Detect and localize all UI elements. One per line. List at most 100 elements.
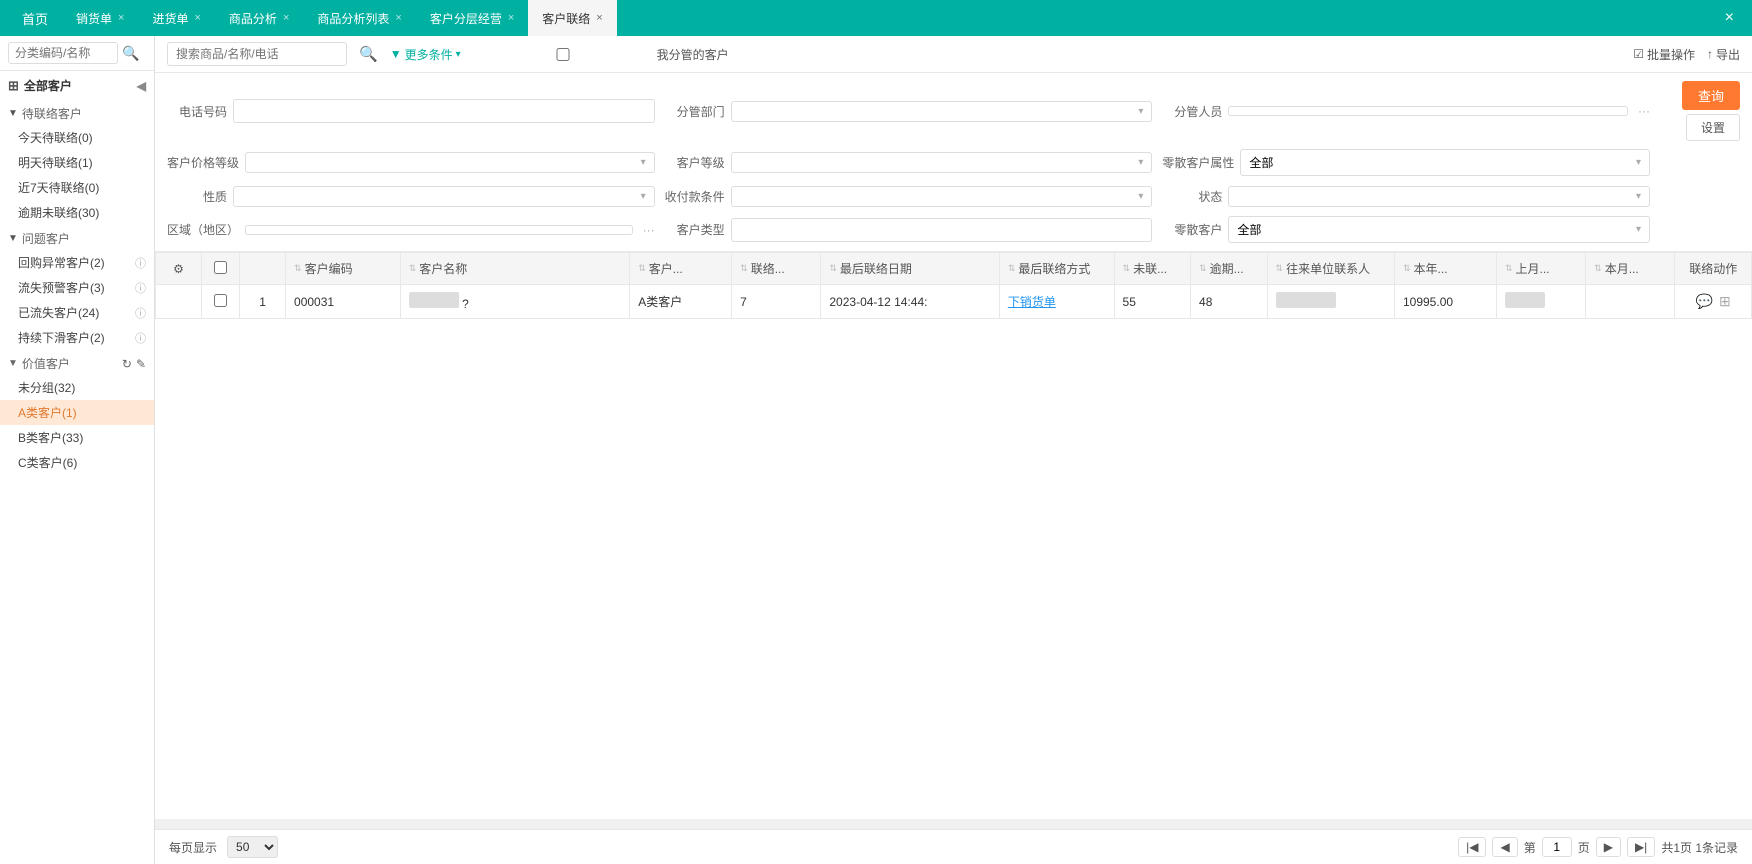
col-sort-icon[interactable]: ⇅: [294, 263, 302, 274]
export-button[interactable]: ↑ 导出: [1707, 46, 1740, 63]
person-select[interactable]: [1228, 106, 1628, 116]
sidebar-search-input[interactable]: [8, 42, 118, 64]
page-size-select[interactable]: 50 100 200: [227, 836, 278, 858]
prev-page-button[interactable]: ◀: [1492, 837, 1517, 857]
sidebar-item-class-a[interactable]: A类客户(1): [0, 400, 154, 425]
col-sort-icon[interactable]: ⇅: [1123, 263, 1131, 274]
sidebar-item-declining[interactable]: 持续下滑客户(2) ⓘ: [0, 325, 154, 350]
close-icon[interactable]: ×: [395, 12, 401, 24]
settings-button[interactable]: 设置: [1686, 114, 1740, 141]
th-uncontact: ⇅ 未联...: [1114, 253, 1190, 285]
info-icon: ⓘ: [135, 255, 146, 271]
sidebar-item-tomorrow[interactable]: 明天待联络(1): [0, 150, 154, 175]
connect-icon[interactable]: ⊞: [1719, 293, 1731, 310]
col-sort-icon[interactable]: ⇅: [1594, 263, 1602, 274]
sidebar-item-rebuy-abnormal[interactable]: 回购异常客户(2) ⓘ: [0, 250, 154, 275]
collapse-icon[interactable]: ◀: [137, 79, 146, 93]
filter-row-2: 客户价格等级 ▾ 客户等级 ▾ 零散客户属性 全部: [167, 149, 1740, 176]
retail-customer-select[interactable]: 全部 ▾: [1228, 216, 1650, 243]
close-icon[interactable]: ×: [283, 12, 289, 24]
nav-tab-sales[interactable]: 销货单 ×: [62, 0, 138, 36]
col-sort-icon[interactable]: ⇅: [638, 263, 646, 274]
method-link[interactable]: 下销货单: [1008, 295, 1056, 309]
td-person: [1267, 285, 1394, 319]
batch-operation-button[interactable]: ☑ 批量操作: [1633, 46, 1695, 63]
more-filter-button[interactable]: ▼ 更多条件 ▾: [390, 46, 461, 63]
search-input[interactable]: [167, 42, 347, 66]
dept-select[interactable]: ▾: [731, 101, 1153, 122]
nav-tab-purchase[interactable]: 进货单 ×: [138, 0, 214, 36]
nav-tab-analysis[interactable]: 商品分析 ×: [215, 0, 303, 36]
dots-icon[interactable]: ···: [1638, 104, 1650, 118]
last-page-button[interactable]: ▶|: [1627, 837, 1655, 857]
th-method: ⇅ 最后联络方式: [999, 253, 1114, 285]
filter-label-status: 状态: [1162, 188, 1222, 205]
window-close-icon[interactable]: ×: [1715, 9, 1744, 27]
td-lastmonth: [1496, 285, 1585, 319]
col-sort-icon[interactable]: ⇅: [409, 263, 417, 274]
col-sort-icon[interactable]: ⇅: [1008, 263, 1016, 274]
sidebar-item-7days[interactable]: 近7天待联络(0): [0, 175, 154, 200]
th-settings[interactable]: ⚙: [156, 253, 202, 285]
close-icon[interactable]: ×: [118, 12, 124, 24]
triangle-icon: ▼: [8, 233, 18, 244]
price-level-select[interactable]: ▾: [245, 152, 655, 173]
page-number-input[interactable]: [1542, 837, 1572, 857]
retail-attr-select[interactable]: 全部 ▾: [1240, 149, 1650, 176]
td-contact: 7: [732, 285, 821, 319]
horizontal-scrollbar[interactable]: [155, 819, 1752, 829]
col-sort-icon[interactable]: ⇅: [1199, 263, 1207, 274]
customer-type-input[interactable]: [731, 218, 1153, 242]
content-area: 🔍 ▼ 更多条件 ▾ 我分管的客户 ☑ 批量操作 ↑ 导出: [155, 36, 1752, 864]
th-num: [240, 253, 286, 285]
edit-icon[interactable]: ✎: [136, 357, 146, 371]
sidebar-all-customers-header[interactable]: ⊞ 全部客户 ◀: [0, 71, 154, 100]
message-icon[interactable]: 💬: [1696, 293, 1713, 310]
name-blocked: [409, 292, 459, 308]
sidebar-item-overdue[interactable]: 逾期未联络(30): [0, 200, 154, 225]
my-customers-checkbox[interactable]: 我分管的客户: [473, 46, 729, 63]
first-page-button[interactable]: |◀: [1458, 837, 1486, 857]
close-icon[interactable]: ×: [508, 12, 514, 24]
sidebar-search-icon[interactable]: 🔍: [122, 45, 139, 62]
query-button[interactable]: 查询: [1682, 81, 1740, 110]
chevron-down-icon: ▾: [456, 49, 461, 60]
next-page-button[interactable]: ▶: [1596, 837, 1621, 857]
sidebar-item-today[interactable]: 今天待联络(0): [0, 125, 154, 150]
nature-select[interactable]: ▾: [233, 186, 655, 207]
customer-level-select[interactable]: ▾: [731, 152, 1153, 173]
region-select[interactable]: [245, 225, 633, 235]
close-icon[interactable]: ×: [194, 12, 200, 24]
col-sort-icon[interactable]: ⇅: [740, 263, 748, 274]
row-checkbox[interactable]: [214, 294, 227, 307]
sidebar-problem-group: ▼ 问题客户: [0, 225, 154, 250]
phone-input[interactable]: [233, 99, 655, 123]
dots-icon[interactable]: ···: [643, 223, 655, 237]
col-sort-icon[interactable]: ⇅: [829, 263, 837, 274]
sidebar-item-class-b[interactable]: B类客户(33): [0, 425, 154, 450]
search-button[interactable]: 🔍: [359, 45, 378, 63]
sidebar-item-churn-warning[interactable]: 流失预警客户(3) ⓘ: [0, 275, 154, 300]
refresh-icon[interactable]: ↻: [122, 357, 132, 371]
td-method[interactable]: 下销货单: [999, 285, 1114, 319]
col-sort-icon[interactable]: ⇅: [1403, 263, 1411, 274]
status-select[interactable]: ▾: [1228, 186, 1650, 207]
nav-home[interactable]: 首页: [8, 0, 62, 36]
my-customers-check[interactable]: [473, 48, 653, 61]
nav-tab-analysis-list[interactable]: 商品分析列表 ×: [303, 0, 415, 36]
col-sort-icon[interactable]: ⇅: [1505, 263, 1513, 274]
sidebar-item-unclassified[interactable]: 未分组(32): [0, 375, 154, 400]
filter-cell-retail-attr: 零散客户属性 全部 ▾: [1162, 149, 1660, 176]
nav-tab-customer-contact[interactable]: 客户联络 ×: [528, 0, 616, 36]
select-all-checkbox[interactable]: [214, 261, 227, 274]
payment-select[interactable]: ▾: [731, 186, 1153, 207]
settings-icon[interactable]: ⚙: [173, 262, 184, 276]
sidebar-item-class-c[interactable]: C类客户(6): [0, 450, 154, 475]
sidebar-item-churned[interactable]: 已流失客户(24) ⓘ: [0, 300, 154, 325]
col-sort-icon[interactable]: ⇅: [1276, 263, 1284, 274]
td-checkbox[interactable]: [201, 285, 239, 319]
nav-tab-customer-ops[interactable]: 客户分层经营 ×: [416, 0, 528, 36]
th-checkbox[interactable]: [201, 253, 239, 285]
info-icon: ⓘ: [135, 305, 146, 321]
close-icon[interactable]: ×: [596, 12, 602, 24]
